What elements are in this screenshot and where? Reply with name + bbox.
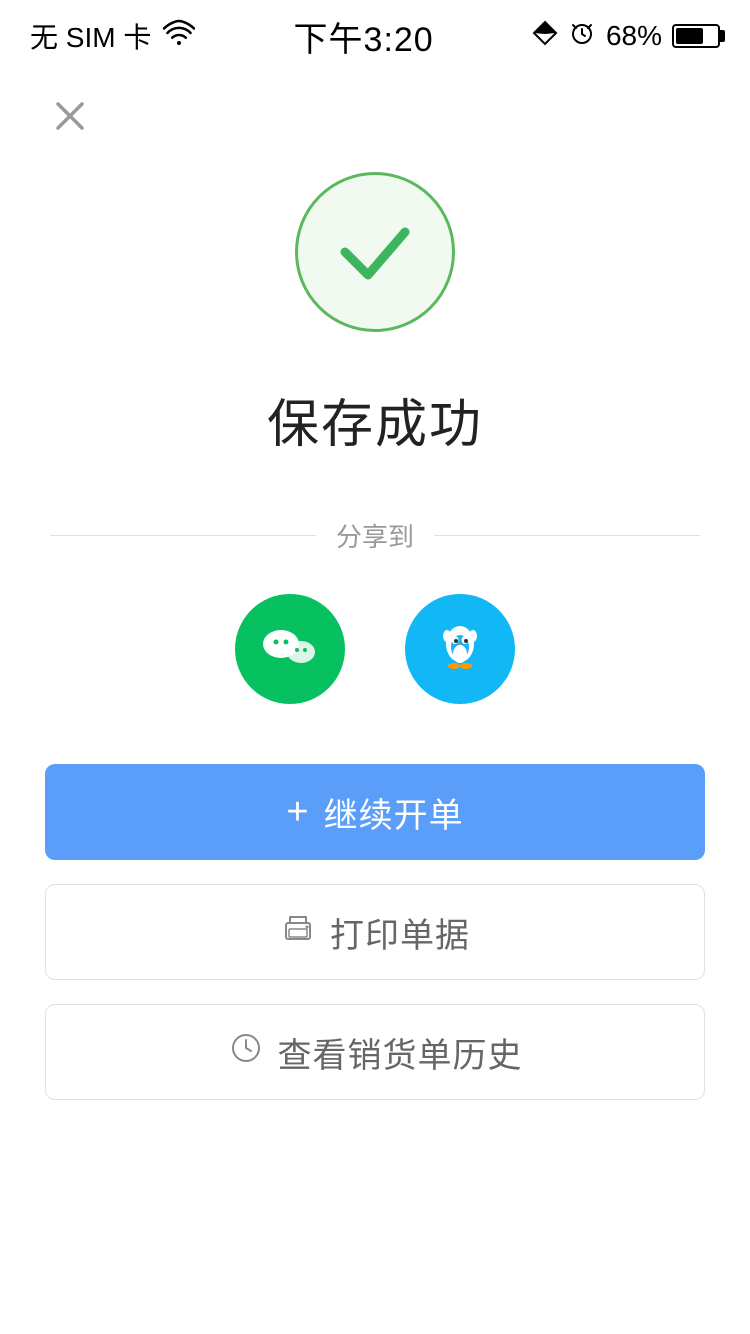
continue-label: 继续开单 — [324, 788, 464, 837]
plus-icon: + — [286, 791, 309, 834]
history-button[interactable]: 查看销货单历史 — [45, 1004, 705, 1100]
status-right: 68% — [532, 19, 720, 54]
wechat-icon — [255, 614, 325, 684]
continue-button[interactable]: + 继续开单 — [45, 764, 705, 860]
status-time: 下午3:20 — [294, 12, 434, 61]
share-line-right — [434, 535, 700, 536]
history-label: 查看销货单历史 — [278, 1028, 523, 1077]
location-icon — [532, 20, 558, 53]
qq-icon — [425, 614, 495, 684]
history-icon — [228, 1030, 264, 1075]
share-icons — [235, 594, 515, 704]
status-left: 无 SIM 卡 — [30, 16, 195, 56]
success-circle — [295, 172, 455, 332]
wifi-icon — [163, 17, 195, 56]
battery-pct: 68% — [606, 20, 662, 52]
main-content: 保存成功 分享到 — [0, 72, 750, 1100]
battery-icon — [672, 24, 720, 48]
alarm-icon — [568, 19, 596, 54]
success-title: 保存成功 — [267, 382, 483, 457]
share-label: 分享到 — [336, 517, 414, 554]
printer-icon — [280, 910, 316, 955]
print-button[interactable]: 打印单据 — [45, 884, 705, 980]
wechat-share-button[interactable] — [235, 594, 345, 704]
share-section: 分享到 — [0, 517, 750, 704]
share-divider-row: 分享到 — [0, 517, 750, 554]
no-sim-label: 无 SIM 卡 — [30, 16, 151, 56]
close-button[interactable] — [40, 86, 100, 146]
share-line-left — [50, 535, 316, 536]
status-bar: 无 SIM 卡 下午3:20 — [0, 0, 750, 72]
print-label: 打印单据 — [330, 908, 470, 957]
button-section: + 继续开单 打印单据 查看销货单历史 — [45, 764, 705, 1100]
checkmark-icon — [330, 207, 420, 297]
qq-share-button[interactable] — [405, 594, 515, 704]
